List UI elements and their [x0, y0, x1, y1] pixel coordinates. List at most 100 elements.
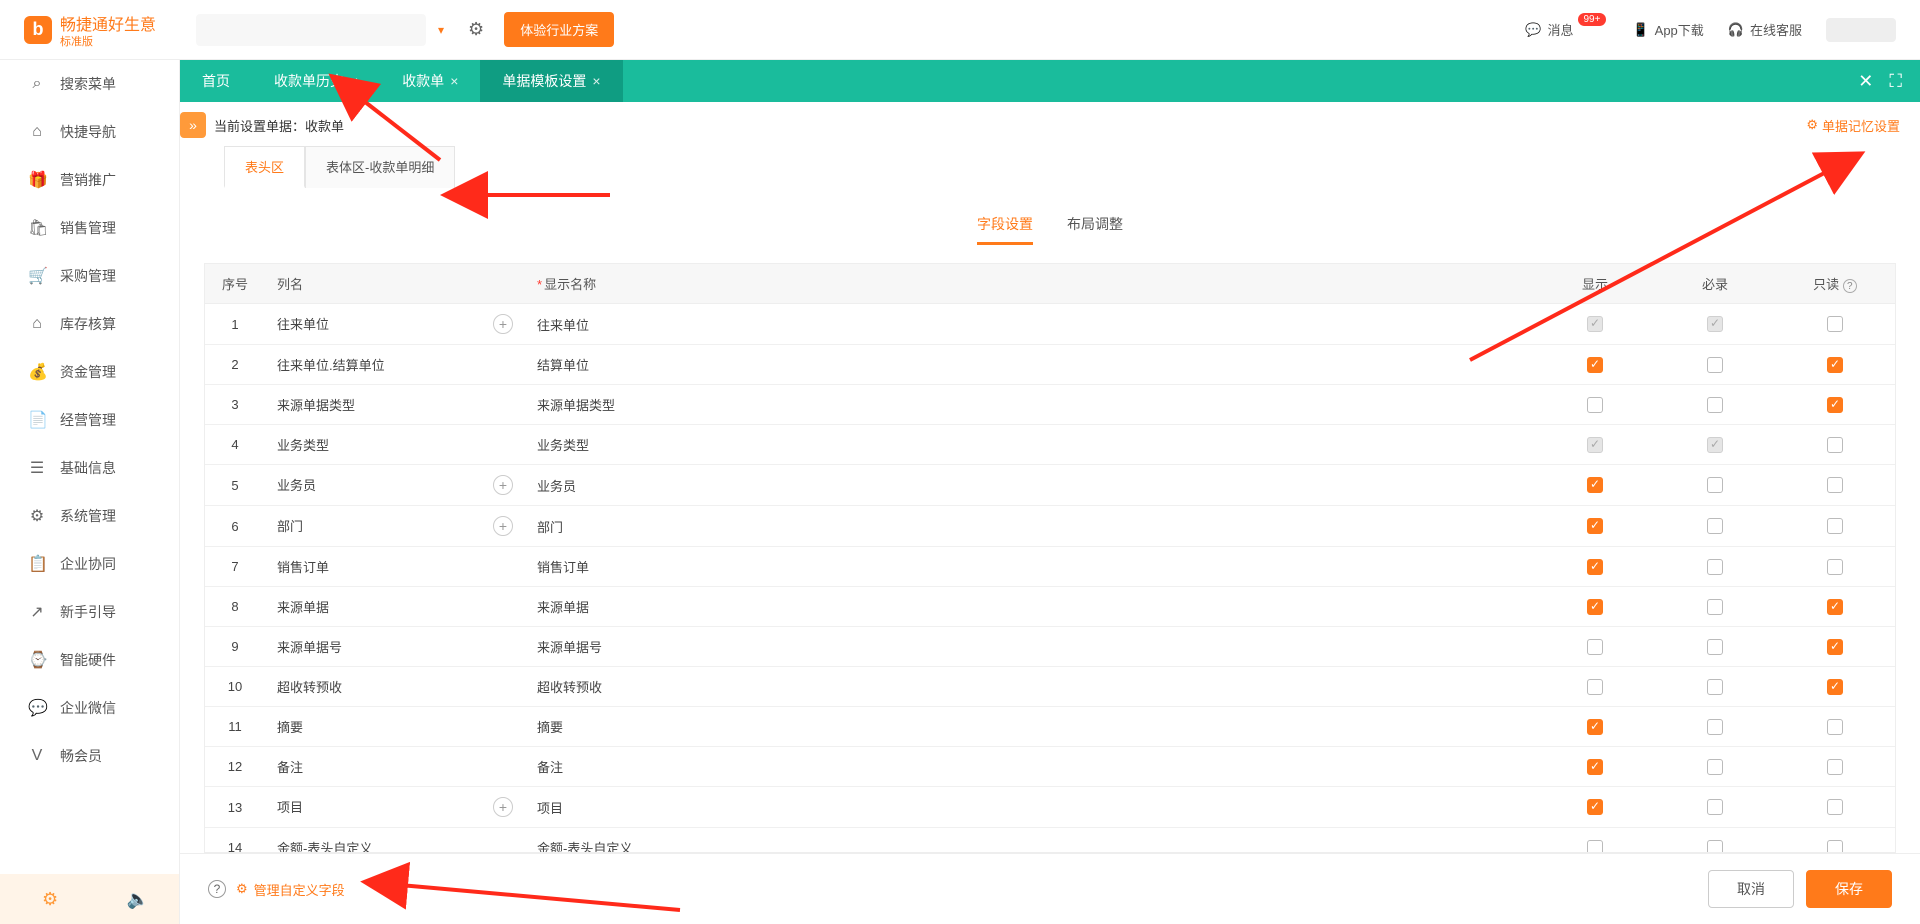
tab-item[interactable]: 收款单历史× [252, 60, 380, 102]
checkbox[interactable] [1827, 799, 1843, 815]
checkbox[interactable] [1587, 477, 1603, 493]
close-icon[interactable]: × [350, 73, 358, 89]
checkbox[interactable] [1707, 599, 1723, 615]
nav-item[interactable]: 💬企业微信 [0, 684, 179, 732]
settings-gear-icon[interactable]: ⚙ [42, 889, 58, 910]
area-tab[interactable]: 表体区-收款单明细 [305, 146, 455, 188]
nav-item[interactable]: 📄经营管理 [0, 396, 179, 444]
checkbox[interactable] [1587, 759, 1603, 775]
checkbox[interactable] [1587, 840, 1603, 853]
checkbox[interactable] [1827, 719, 1843, 735]
cancel-button[interactable]: 取消 [1708, 870, 1794, 908]
checkbox[interactable] [1707, 397, 1723, 413]
help-icon[interactable]: ? [208, 880, 226, 898]
close-icon[interactable]: × [592, 73, 600, 89]
add-icon[interactable]: + [493, 516, 513, 536]
checkbox[interactable] [1587, 518, 1603, 534]
gear-icon[interactable]: ⚙ [468, 19, 484, 40]
memory-settings-link[interactable]: ⚙ 单据记忆设置 [1806, 116, 1900, 135]
add-icon[interactable]: + [493, 797, 513, 817]
cell-display[interactable]: 来源单据 [525, 587, 1535, 627]
app-download-link[interactable]: 📱 App下载 [1632, 20, 1703, 39]
nav-item[interactable]: ⌂库存核算 [0, 300, 179, 348]
checkbox[interactable] [1827, 477, 1843, 493]
trial-button[interactable]: 体验行业方案 [504, 12, 614, 47]
checkbox[interactable] [1827, 357, 1843, 373]
checkbox[interactable] [1827, 397, 1843, 413]
nav-item[interactable]: 📋企业协同 [0, 540, 179, 588]
org-select-box[interactable] [196, 14, 426, 46]
nav-item[interactable]: V畅会员 [0, 732, 179, 780]
sound-icon[interactable]: 🔈 [127, 889, 149, 910]
cell-display[interactable]: 销售订单 [525, 547, 1535, 587]
messages-link[interactable]: 💬 消息 99+ [1525, 20, 1608, 39]
add-icon[interactable]: + [493, 314, 513, 334]
checkbox[interactable] [1707, 679, 1723, 695]
checkbox[interactable] [1827, 316, 1843, 332]
nav-item[interactable]: ⌚智能硬件 [0, 636, 179, 684]
checkbox[interactable] [1827, 679, 1843, 695]
cell-display[interactable]: 部门 [525, 506, 1535, 547]
cell-display[interactable]: 往来单位 [525, 304, 1535, 345]
tab-home[interactable]: 首页 [180, 60, 252, 102]
checkbox[interactable] [1707, 719, 1723, 735]
checkbox[interactable] [1707, 840, 1723, 853]
support-link[interactable]: 🎧 在线客服 [1728, 20, 1802, 39]
checkbox[interactable] [1827, 759, 1843, 775]
help-icon[interactable]: ? [1843, 279, 1857, 293]
expand-toggle[interactable]: » [180, 112, 206, 138]
cell-display[interactable]: 超收转预收 [525, 667, 1535, 707]
checkbox[interactable] [1827, 840, 1843, 853]
checkbox[interactable] [1827, 639, 1843, 655]
nav-item[interactable]: 🛒采购管理 [0, 252, 179, 300]
checkbox[interactable] [1587, 559, 1603, 575]
cell-display[interactable]: 来源单据号 [525, 627, 1535, 667]
checkbox[interactable] [1707, 357, 1723, 373]
checkbox[interactable] [1707, 559, 1723, 575]
checkbox[interactable] [1827, 559, 1843, 575]
org-selector[interactable]: ▾ ⚙ [196, 14, 484, 46]
checkbox[interactable] [1587, 397, 1603, 413]
nav-item[interactable]: ⌂快捷导航 [0, 108, 179, 156]
checkbox[interactable] [1707, 799, 1723, 815]
manage-custom-fields-link[interactable]: ⚙ 管理自定义字段 [236, 880, 345, 899]
checkbox[interactable] [1707, 639, 1723, 655]
tab-item[interactable]: 单据模板设置× [480, 60, 622, 102]
cell-display[interactable]: 备注 [525, 747, 1535, 787]
checkbox[interactable] [1587, 719, 1603, 735]
area-tab[interactable]: 表头区 [224, 146, 305, 188]
nav-item[interactable]: 💰资金管理 [0, 348, 179, 396]
checkbox[interactable] [1587, 599, 1603, 615]
nav-item[interactable]: 🛍销售管理 [0, 204, 179, 252]
cell-display[interactable]: 业务类型 [525, 425, 1535, 465]
close-icon[interactable]: × [450, 73, 458, 89]
cell-display[interactable]: 结算单位 [525, 345, 1535, 385]
checkbox[interactable] [1707, 477, 1723, 493]
checkbox[interactable] [1827, 599, 1843, 615]
fullscreen-icon[interactable]: ⛶ [1889, 71, 1902, 92]
sub-tab[interactable]: 字段设置 [977, 214, 1033, 245]
checkbox[interactable] [1587, 799, 1603, 815]
checkbox[interactable] [1707, 759, 1723, 775]
checkbox[interactable] [1707, 518, 1723, 534]
sub-tab[interactable]: 布局调整 [1067, 214, 1123, 245]
nav-item[interactable]: ↗新手引导 [0, 588, 179, 636]
cell-display[interactable]: 项目 [525, 787, 1535, 828]
cell-display[interactable]: 摘要 [525, 707, 1535, 747]
nav-item[interactable]: ⌕搜索菜单 [0, 60, 179, 108]
cell-display[interactable]: 金额-表头自定义 [525, 828, 1535, 854]
checkbox[interactable] [1587, 679, 1603, 695]
add-icon[interactable]: + [493, 475, 513, 495]
checkbox[interactable] [1587, 639, 1603, 655]
tab-item[interactable]: 收款单× [380, 60, 480, 102]
nav-item[interactable]: 🎁营销推广 [0, 156, 179, 204]
checkbox[interactable] [1827, 518, 1843, 534]
cell-display[interactable]: 来源单据类型 [525, 385, 1535, 425]
save-button[interactable]: 保存 [1806, 870, 1892, 908]
user-avatar[interactable] [1826, 18, 1896, 42]
cell-display[interactable]: 业务员 [525, 465, 1535, 506]
checkbox[interactable] [1827, 437, 1843, 453]
close-all-icon[interactable]: ✕ [1858, 71, 1873, 92]
nav-item[interactable]: ☰基础信息 [0, 444, 179, 492]
checkbox[interactable] [1587, 357, 1603, 373]
